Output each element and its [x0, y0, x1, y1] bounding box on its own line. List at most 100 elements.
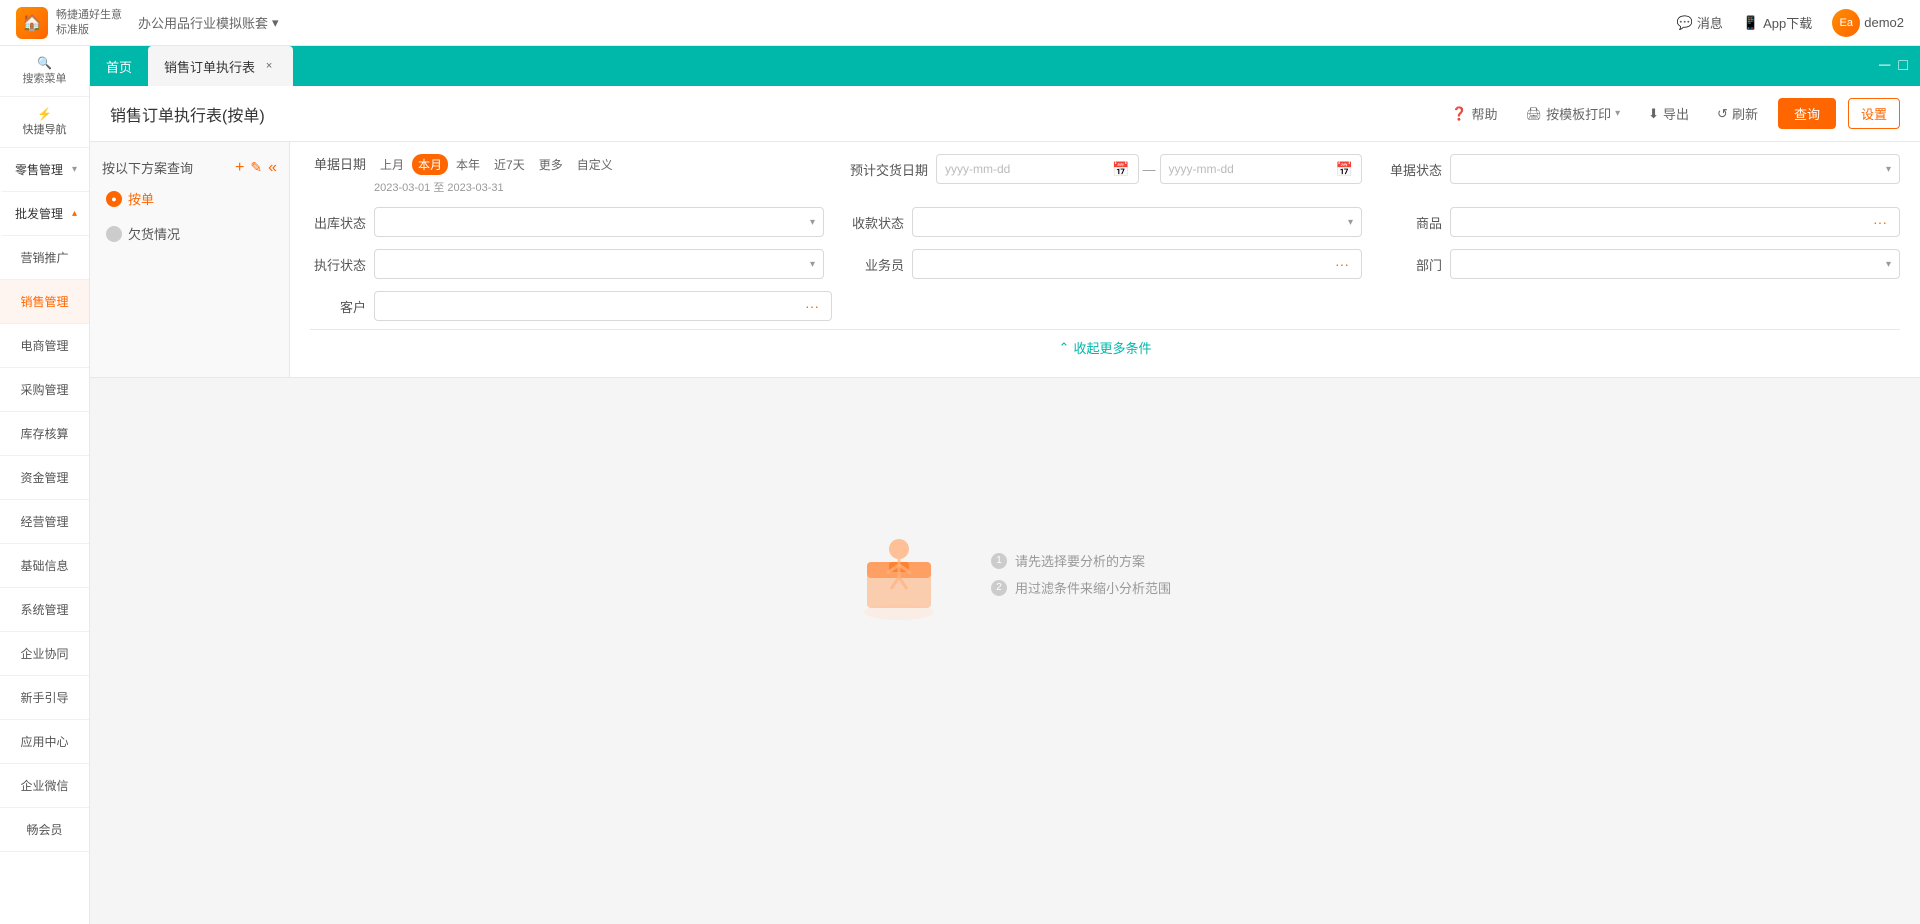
- sidebar-item-newbie[interactable]: 新手引导: [0, 676, 89, 720]
- message-button[interactable]: 💬 消息: [1677, 13, 1723, 32]
- sidebar-item-wholesale[interactable]: 批发管理 ▴: [0, 192, 89, 236]
- page-header-actions: ❓ 帮助 🖨 按模板打印 ▾ ⬇ 导出 ↺ 刷新: [1443, 98, 1900, 129]
- scheme-label-1: 欠货情况: [128, 224, 180, 243]
- date-tab-this-month[interactable]: 本月: [412, 154, 448, 175]
- payment-status-select[interactable]: ▾: [912, 207, 1362, 237]
- tab-active-label: 销售订单执行表: [164, 57, 255, 76]
- sidebar-item-finance[interactable]: 资金管理: [0, 456, 89, 500]
- date-end-placeholder: yyyy-mm-dd: [1169, 162, 1234, 176]
- tab-sales-order[interactable]: 销售订单执行表 ×: [148, 46, 293, 86]
- date-tab-7days[interactable]: 近7天: [488, 154, 531, 175]
- dept-select[interactable]: ▾: [1450, 249, 1900, 279]
- salesperson-dots-icon[interactable]: ···: [1331, 256, 1353, 272]
- avatar: Ea: [1832, 9, 1860, 37]
- user-menu[interactable]: Ea demo2: [1832, 9, 1904, 37]
- help-button[interactable]: ❓ 帮助: [1443, 100, 1505, 127]
- doc-status-label: 单据状态: [1386, 160, 1442, 179]
- sidebar-item-retail[interactable]: 零售管理 ▾: [0, 148, 89, 192]
- filter-date-cell: 单据日期 上月 本月 本年 近7天 更多 自定义: [310, 154, 824, 195]
- exec-status-select[interactable]: ▾: [374, 249, 824, 279]
- salesperson-input[interactable]: ···: [912, 249, 1362, 279]
- wholesale-arrow-icon: ▴: [72, 208, 77, 219]
- message-label: 消息: [1697, 13, 1723, 32]
- delivery-status-label: 出库状态: [310, 213, 366, 232]
- retail-label: 零售管理: [15, 161, 63, 178]
- empty-illustration-svg: [839, 527, 959, 627]
- export-button[interactable]: ⬇ 导出: [1640, 100, 1697, 127]
- empty-hint-2: 2 用过滤条件来缩小分析范围: [991, 578, 1171, 597]
- add-scheme-button[interactable]: +: [235, 159, 244, 177]
- date-tab-this-year[interactable]: 本年: [450, 154, 486, 175]
- empty-state-hints: 1 请先选择要分析的方案 2 用过滤条件来缩小分析范围: [991, 551, 1171, 605]
- tab-bar: 首页 销售订单执行表 × ─ □: [90, 46, 1920, 86]
- filter-delivery-status-cell: 出库状态 ▾: [310, 207, 824, 237]
- doc-status-select[interactable]: ▾: [1450, 154, 1900, 184]
- scheme-dot-gray: [106, 226, 122, 242]
- goods-input[interactable]: ···: [1450, 207, 1900, 237]
- scheme-item-backorder[interactable]: 欠货情况: [90, 216, 289, 251]
- ecommerce-label: 电商管理: [20, 337, 68, 354]
- edit-scheme-button[interactable]: ✎: [250, 159, 262, 176]
- sidebar-item-base[interactable]: 基础信息: [0, 544, 89, 588]
- date-tab-custom[interactable]: 自定义: [571, 154, 619, 175]
- delivery-status-select[interactable]: ▾: [374, 207, 824, 237]
- expected-date-end-input[interactable]: yyyy-mm-dd 📅: [1160, 154, 1363, 184]
- system-label: 系统管理: [20, 601, 68, 618]
- payment-arrow-icon: ▾: [1348, 217, 1353, 228]
- collapse-label: 收起更多条件: [1073, 338, 1151, 357]
- message-icon: 💬: [1677, 15, 1693, 31]
- filter-layout: 按以下方案查询 + ✎ « ● 按单: [90, 142, 1920, 377]
- customer-input[interactable]: ···: [374, 291, 832, 321]
- sidebar-item-marketing[interactable]: 营销推广: [0, 236, 89, 280]
- query-button[interactable]: 查询: [1778, 98, 1836, 129]
- tab-right-actions: ─ □: [1879, 57, 1920, 75]
- refresh-button[interactable]: ↺ 刷新: [1709, 100, 1766, 127]
- collapse-panel-button[interactable]: «: [268, 159, 277, 177]
- calendar-end-icon[interactable]: 📅: [1336, 161, 1353, 178]
- tab-close-button[interactable]: ×: [261, 58, 277, 74]
- empty-state-illustration: [839, 527, 959, 630]
- tab-minimize-button[interactable]: ─: [1879, 57, 1890, 75]
- sidebar-item-corp-wechat[interactable]: 企业微信: [0, 764, 89, 808]
- app-download-button[interactable]: 📱 App下载: [1743, 13, 1812, 32]
- logo-area: 🏠 畅捷通好生意 标准版: [16, 7, 122, 39]
- settings-button[interactable]: 设置: [1848, 98, 1900, 129]
- scheme-item-by-order[interactable]: ● 按单: [90, 181, 289, 216]
- tab-home[interactable]: 首页: [90, 46, 148, 86]
- collapse-arrow-icon: ⌃: [1059, 340, 1070, 356]
- collapse-button[interactable]: ⌃ 收起更多条件: [310, 329, 1900, 365]
- sidebar-item-app-center[interactable]: 应用中心: [0, 720, 89, 764]
- tab-maximize-button[interactable]: □: [1898, 57, 1908, 75]
- date-tab-more[interactable]: 更多: [533, 154, 569, 175]
- hint-text-2: 用过滤条件来缩小分析范围: [1015, 578, 1171, 597]
- finance-label: 资金管理: [20, 469, 68, 486]
- member-label: 畅会员: [26, 821, 62, 838]
- calendar-start-icon[interactable]: 📅: [1112, 161, 1129, 178]
- breadcrumb-arrow-icon[interactable]: ▾: [272, 15, 279, 31]
- goods-dots-icon[interactable]: ···: [1869, 214, 1891, 230]
- sidebar-item-inventory[interactable]: 库存核算: [0, 412, 89, 456]
- page-title: 销售订单执行表(按单): [110, 102, 265, 126]
- export-icon: ⬇: [1648, 106, 1659, 122]
- filter-row-3: 执行状态 ▾ 业务员 ···: [310, 249, 1900, 279]
- sidebar-item-ecommerce[interactable]: 电商管理: [0, 324, 89, 368]
- sidebar-item-operations[interactable]: 经营管理: [0, 500, 89, 544]
- customer-dots-icon[interactable]: ···: [801, 298, 823, 314]
- date-tab-last-month[interactable]: 上月: [374, 154, 410, 175]
- filter-row-4: 客户 ···: [310, 291, 1900, 321]
- help-icon: ❓: [1451, 106, 1467, 122]
- sidebar-item-sales[interactable]: 销售管理: [0, 280, 89, 324]
- sidebar-item-member[interactable]: 畅会员: [0, 808, 89, 852]
- sidebar-item-quick-nav[interactable]: ⚡ 快捷导航: [0, 97, 89, 148]
- scheme-label-0: 按单: [128, 189, 154, 208]
- sidebar-item-system[interactable]: 系统管理: [0, 588, 89, 632]
- sidebar-item-enterprise[interactable]: 企业协同: [0, 632, 89, 676]
- base-label: 基础信息: [20, 557, 68, 574]
- filter-row-1: 单据日期 上月 本月 本年 近7天 更多 自定义: [310, 154, 1900, 195]
- sidebar-item-purchase[interactable]: 采购管理: [0, 368, 89, 412]
- print-button[interactable]: 🖨 按模板打印 ▾: [1518, 100, 1629, 127]
- sidebar-item-search[interactable]: 🔍 搜索菜单: [0, 46, 89, 97]
- exec-arrow-icon: ▾: [810, 259, 815, 270]
- expected-date-start-input[interactable]: yyyy-mm-dd 📅: [936, 154, 1139, 184]
- logo-text: 畅捷通好生意 标准版: [56, 8, 122, 37]
